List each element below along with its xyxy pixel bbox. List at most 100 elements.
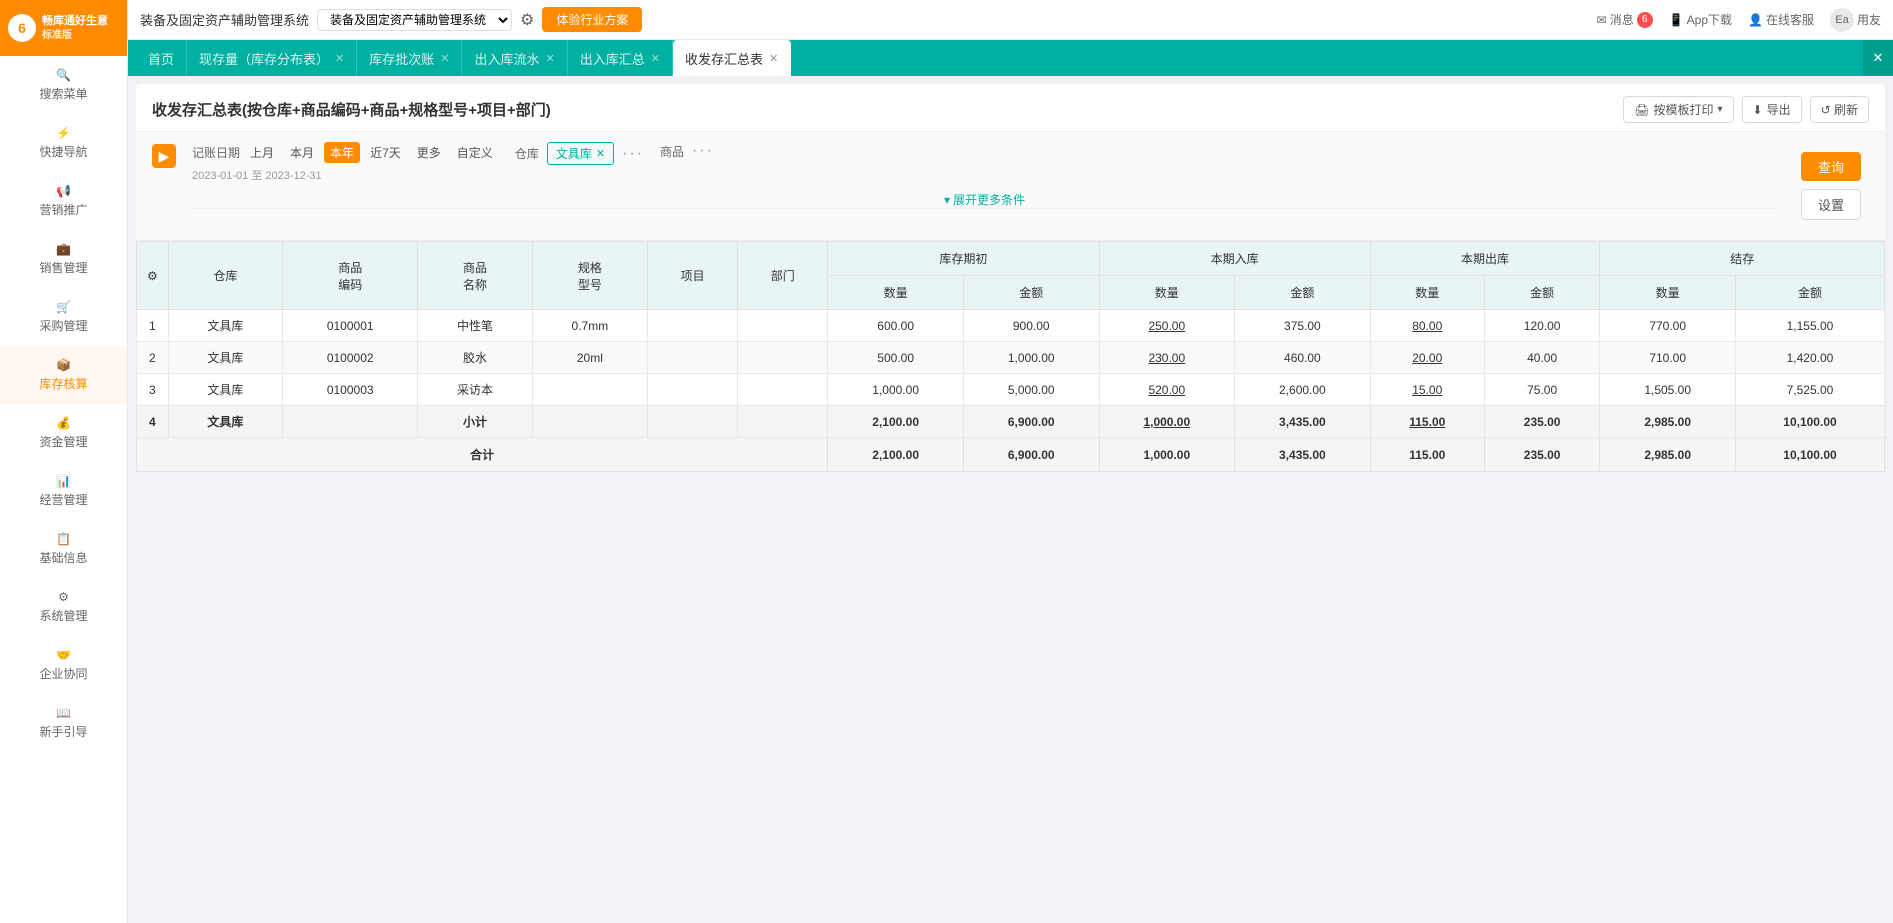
row3-no: 3 [137, 374, 169, 406]
row2-no: 2 [137, 342, 169, 374]
settings-icon[interactable]: ⚙ [520, 10, 534, 30]
row1-in-qty[interactable]: 250.00 [1099, 310, 1235, 342]
online-service-button[interactable]: 👤 在线客服 [1748, 11, 1814, 28]
row3-bal-qty: 1,505.00 [1600, 374, 1736, 406]
th-goods-name: 商品名称 [418, 242, 532, 310]
sidebar-item-purchase[interactable]: 🛒 采购管理 [0, 288, 127, 346]
sidebar-item-inventory[interactable]: 📦 库存核算 [0, 346, 127, 404]
tab-inout-summary[interactable]: 出入库汇总 ✕ [568, 40, 673, 76]
tab-batch[interactable]: 库存批次账 ✕ [357, 40, 462, 76]
th-init-amount: 金额 [963, 276, 1099, 310]
tab-close-batch[interactable]: ✕ [440, 52, 449, 65]
date-this-month[interactable]: 本月 [284, 142, 320, 163]
date-this-year[interactable]: 本年 [324, 142, 360, 163]
row3-code: 0100003 [282, 374, 418, 406]
expand-more-button[interactable]: ▾ 展开更多条件 [944, 191, 1025, 208]
print-icon: 🖨 [1634, 103, 1649, 117]
tab-inout-flow[interactable]: 出入库流水 ✕ [462, 40, 567, 76]
row4-dept [738, 406, 828, 438]
system-select[interactable]: 装备及固定资产辅助管理系统 [317, 9, 512, 31]
row2-in-qty[interactable]: 230.00 [1099, 342, 1235, 374]
tab-stock-summary[interactable]: 收发存汇总表 ✕ [673, 40, 791, 76]
sidebar-item-nav[interactable]: ⚡ 快捷导航 [0, 114, 127, 172]
tab-close-inout-summary[interactable]: ✕ [651, 52, 660, 65]
sidebar-item-search[interactable]: 🔍 搜索菜单 [0, 56, 127, 114]
sidebar-item-collab[interactable]: 🤝 企业协同 [0, 636, 127, 694]
footer-out-qty: 115.00 [1370, 438, 1484, 472]
tab-close-inventory-dist[interactable]: ✕ [335, 52, 344, 65]
footer-init-qty: 2,100.00 [828, 438, 964, 472]
sidebar-item-marketing[interactable]: 📢 营销推广 [0, 172, 127, 230]
row1-out-qty[interactable]: 80.00 [1370, 310, 1484, 342]
tab-home[interactable]: 首页 [136, 40, 187, 76]
try-button[interactable]: 体验行业方案 [542, 7, 642, 32]
print-button[interactable]: 🖨 按模板打印 ▾ [1623, 96, 1733, 123]
export-button[interactable]: ⬇ 导出 [1742, 96, 1802, 123]
row4-in-qty[interactable]: 1,000.00 [1099, 406, 1235, 438]
row2-out-qty[interactable]: 20.00 [1370, 342, 1484, 374]
warehouse-tag[interactable]: 文具库 ✕ [547, 142, 614, 165]
date-more[interactable]: 更多 [411, 142, 447, 163]
tab-close-inout-flow[interactable]: ✕ [546, 52, 555, 65]
goods-more-btn[interactable]: ··· [692, 142, 714, 160]
tab-close-all[interactable]: ✕ [1863, 40, 1893, 76]
row2-bal-qty: 710.00 [1600, 342, 1736, 374]
tab-inventory-dist[interactable]: 现存量（库存分布表） ✕ [187, 40, 357, 76]
sidebar-item-finance[interactable]: 💰 资金管理 [0, 404, 127, 462]
set-button[interactable]: 设置 [1801, 189, 1861, 220]
row3-out-qty[interactable]: 15.00 [1370, 374, 1484, 406]
inventory-icon: 📦 [56, 358, 71, 372]
date-label: 记账日期 [192, 144, 240, 161]
sidebar-item-sales[interactable]: 💼 销售管理 [0, 230, 127, 288]
page-title: 收发存汇总表(按仓库+商品编码+商品+规格型号+项目+部门) [152, 99, 551, 120]
row3-in-qty[interactable]: 520.00 [1099, 374, 1235, 406]
sidebar-item-basic-info[interactable]: 📋 基础信息 [0, 520, 127, 578]
table-row: 2 文具库 0100002 胶水 20ml 500.00 1,000.00 23… [137, 342, 1885, 374]
th-out-qty: 数量 [1370, 276, 1484, 310]
basicinfo-icon: 📋 [56, 532, 71, 546]
refresh-button[interactable]: ↺ 刷新 [1810, 96, 1869, 123]
page-title-bar: 收发存汇总表(按仓库+商品编码+商品+规格型号+项目+部门) 🖨 按模板打印 ▾… [136, 84, 1885, 132]
warehouse-more-btn[interactable]: ··· [622, 145, 644, 163]
th-goods-code: 商品编码 [282, 242, 418, 310]
sidebar-logo: 6 畅库通好生意 标准版 [0, 0, 127, 56]
app-download-button[interactable]: 📱 App下载 [1669, 11, 1732, 28]
tab-close-stock-summary[interactable]: ✕ [769, 52, 778, 65]
th-in-amount: 金额 [1235, 276, 1371, 310]
row4-out-qty[interactable]: 115.00 [1370, 406, 1484, 438]
sidebar-item-operations[interactable]: 📊 经营管理 [0, 462, 127, 520]
th-period-init: 库存期初 [828, 242, 1099, 276]
query-button[interactable]: 查询 [1801, 152, 1861, 181]
table-row: 1 文具库 0100001 中性笔 0.7mm 600.00 900.00 25… [137, 310, 1885, 342]
warehouse-tag-remove[interactable]: ✕ [596, 147, 605, 160]
message-button[interactable]: ✉ 消息 6 [1597, 11, 1653, 28]
footer-label: 合计 [137, 438, 828, 472]
footer-bal-qty: 2,985.00 [1600, 438, 1736, 472]
export-icon: ⬇ [1753, 103, 1763, 117]
sales-icon: 💼 [56, 242, 71, 256]
row4-init-qty: 2,100.00 [828, 406, 964, 438]
sidebar-item-guide[interactable]: 📖 新手引导 [0, 694, 127, 752]
date-custom[interactable]: 自定义 [451, 142, 499, 163]
row4-bal-qty: 2,985.00 [1600, 406, 1736, 438]
table-row-subtotal: 4 文具库 小计 2,100.00 6,900.00 1,000.00 3,43… [137, 406, 1885, 438]
th-out-amount: 金额 [1484, 276, 1600, 310]
goods-filter-group: 商品 ··· [660, 142, 714, 160]
row4-init-amount: 6,900.00 [963, 406, 1099, 438]
user-button[interactable]: Ea 用友 [1830, 8, 1881, 32]
th-bal-amount: 金额 [1735, 276, 1884, 310]
row4-name: 小计 [418, 406, 532, 438]
date-7days[interactable]: 近7天 [364, 142, 407, 163]
row1-name: 中性笔 [418, 310, 532, 342]
th-settings[interactable]: ⚙ [137, 242, 169, 310]
row2-name: 胶水 [418, 342, 532, 374]
filter-toggle-btn[interactable]: ▶ [152, 144, 176, 168]
date-last-month[interactable]: 上月 [244, 142, 280, 163]
page-container: 收发存汇总表(按仓库+商品编码+商品+规格型号+项目+部门) 🖨 按模板打印 ▾… [136, 84, 1885, 472]
row3-init-qty: 1,000.00 [828, 374, 964, 406]
logo-icon: 6 [8, 14, 36, 42]
row2-init-amount: 1,000.00 [963, 342, 1099, 374]
data-table-container: ⚙ 仓库 商品编码 商品名称 规格型号 项目 部门 库存期初 本期入库 本期出库… [136, 241, 1885, 472]
row3-project [648, 374, 738, 406]
sidebar-item-system[interactable]: ⚙ 系统管理 [0, 578, 127, 636]
